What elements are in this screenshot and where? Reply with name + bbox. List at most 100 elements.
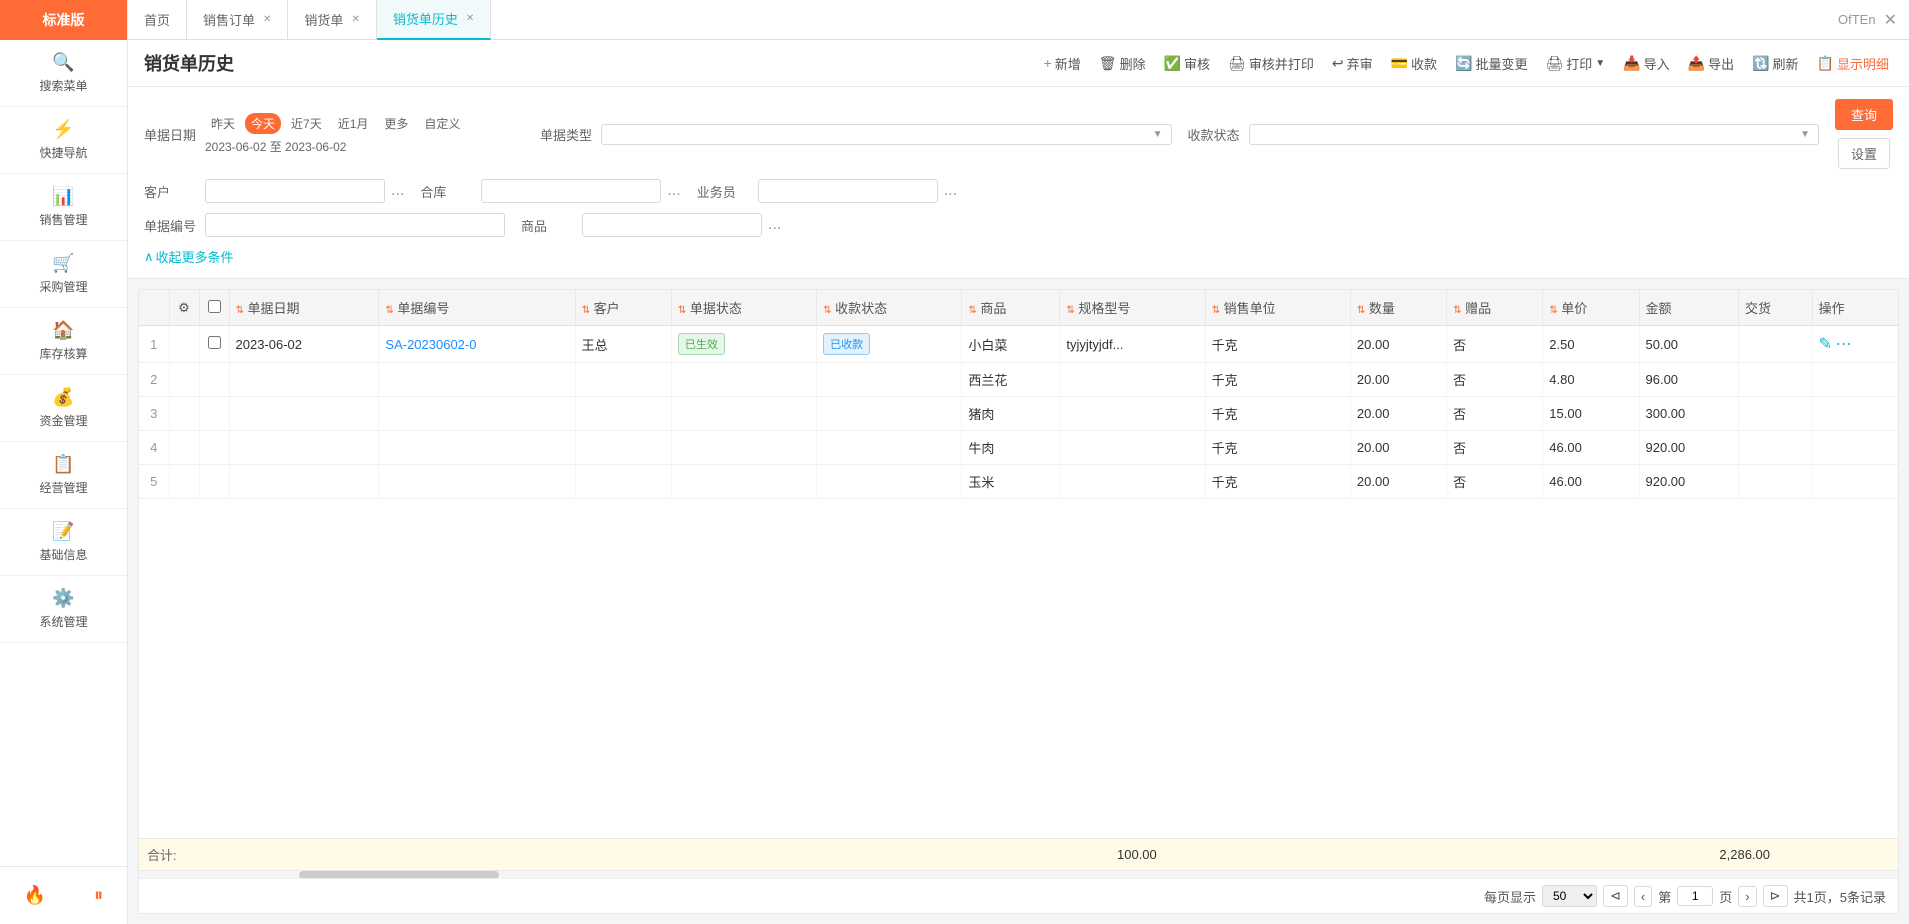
print-audit-button[interactable]: 🖨 审核并打印 [1224,52,1318,75]
date-btn-more[interactable]: 更多 [378,113,414,134]
date-btn-yesterday[interactable]: 昨天 [205,113,241,134]
row-trade [1739,363,1813,397]
show-detail-button[interactable]: 📋 显示明细 [1813,52,1893,75]
date-btn-7days[interactable]: 近7天 [285,113,328,134]
sidebar-bottom-icon1[interactable]: 🔥 [14,875,56,916]
th-goods[interactable]: ⇅ 商品 [962,290,1060,326]
last-page-button[interactable]: ⊳ [1763,885,1788,907]
payment-select[interactable]: ▼ [1249,124,1820,145]
export-button[interactable]: 📤 导出 [1684,52,1738,75]
collect-button[interactable]: 💳 收款 [1387,52,1441,75]
th-doc-date[interactable]: ⇅ 单据日期 [229,290,379,326]
scrollbar-area[interactable] [139,870,1898,878]
sidebar-item-finance-mgmt[interactable]: 💰 资金管理 [0,375,127,442]
tab-sales-history-close[interactable]: ✕ [466,13,474,24]
print-button[interactable]: 🖨 打印 ▼ [1541,52,1609,75]
tab-sales-goods[interactable]: 销货单 ✕ [288,0,376,40]
doc-type-select[interactable]: ▼ [601,124,1172,145]
topbar-close-btn[interactable]: ✕ [1884,10,1897,30]
date-btn-today[interactable]: 今天 [245,113,281,134]
row-checkbox[interactable] [199,431,229,465]
sort-icon-spec: ⇅ [1066,305,1074,316]
goods-filter-item: 商品 ... [521,213,781,237]
select-all-checkbox[interactable] [208,300,221,313]
per-page-select[interactable]: 50 100 200 [1542,885,1597,907]
sidebar-item-sys-mgmt[interactable]: ⚙️ 系统管理 [0,576,127,643]
staff-input[interactable] [758,179,938,203]
row-select-checkbox[interactable] [208,336,221,349]
set-button[interactable]: 设置 [1838,138,1890,169]
ops-icon: 📋 [52,454,74,475]
edit-op-btn[interactable]: ✎ [1819,336,1832,353]
sidebar-item-purchase-mgmt[interactable]: 🛒 采购管理 [0,241,127,308]
th-customer[interactable]: ⇅ 客户 [575,290,671,326]
table-header-row: ⚙ ⇅ 单据日期 ⇅ 单据编号 ⇅ 客户 ⇅ 单据状态 ⇅ 收款状态 ⇅ 商品 … [139,290,1898,326]
th-checkbox[interactable] [199,290,229,326]
quick-nav-icon: ⚡ [52,119,74,140]
warehouse-dots[interactable]: ... [667,183,680,199]
prev-page-button[interactable]: ‹ [1634,886,1652,907]
th-trade[interactable]: 交货 [1739,290,1813,326]
abandon-button[interactable]: ↩ 弃审 [1328,52,1377,75]
row-checkbox[interactable] [199,363,229,397]
more-op-btn[interactable]: ⋯ [1836,336,1852,353]
tab-home[interactable]: 首页 [128,0,187,40]
th-unit[interactable]: ⇅ 销售单位 [1205,290,1350,326]
staff-dots[interactable]: ... [944,183,957,199]
sidebar-item-quick-nav[interactable]: ⚡ 快捷导航 [0,107,127,174]
th-gift[interactable]: ⇅ 赠品 [1447,290,1543,326]
tab-sales-order-close[interactable]: ✕ [263,14,271,25]
sidebar-bottom-icon2[interactable]: ⏸ [84,875,113,916]
new-button[interactable]: + 新增 [1040,52,1085,75]
delete-button[interactable]: 🗑 删除 [1095,52,1150,75]
sidebar-item-stock-calc[interactable]: 🏠 库存核算 [0,308,127,375]
row-unit: 千克 [1205,431,1350,465]
batch-change-button[interactable]: 🔄 批量变更 [1451,52,1531,75]
query-button[interactable]: 查询 [1835,99,1893,130]
th-payment-status[interactable]: ⇅ 收款状态 [817,290,962,326]
customer-input[interactable] [205,179,385,203]
goods-input[interactable] [582,213,762,237]
th-amount[interactable]: 金额 [1639,290,1739,326]
next-page-button[interactable]: › [1738,886,1756,907]
row-doc-status [671,363,816,397]
row-checkbox[interactable] [199,326,229,363]
row-checkbox[interactable] [199,465,229,499]
refresh-button[interactable]: 🔃 刷新 [1748,52,1802,75]
import-button[interactable]: 📥 导入 [1619,52,1673,75]
goods-dots[interactable]: ... [768,217,781,233]
sidebar-item-basic-info[interactable]: 📝 基础信息 [0,509,127,576]
tab-sales-goods-close[interactable]: ✕ [351,14,359,25]
date-btn-1month[interactable]: 近1月 [332,113,375,134]
sidebar-item-label: 基础信息 [39,546,87,563]
collapse-button[interactable]: ∧ 收起更多条件 [144,247,1893,266]
warehouse-input[interactable] [481,179,661,203]
th-doc-no[interactable]: ⇅ 单据编号 [379,290,575,326]
audit-button[interactable]: ✅ 审核 [1160,52,1214,75]
row-settings [169,397,199,431]
tab-sales-history[interactable]: 销货单历史 ✕ [377,0,491,40]
th-doc-status[interactable]: ⇅ 单据状态 [671,290,816,326]
row-settings [169,363,199,397]
sidebar-item-ops-mgmt[interactable]: 📋 经营管理 [0,442,127,509]
row-spec [1060,363,1205,397]
row-amount: 96.00 [1639,363,1739,397]
sidebar-item-sales-mgmt[interactable]: 📊 销售管理 [0,174,127,241]
delete-icon: 🗑 [1099,55,1117,72]
tab-sales-order[interactable]: 销售订单 ✕ [187,0,288,40]
page-input[interactable] [1677,886,1713,906]
customer-dots[interactable]: ... [391,183,404,199]
doc-no-link[interactable]: SA-20230602-0 [385,337,476,352]
row-checkbox[interactable] [199,397,229,431]
finance-icon: 💰 [52,387,74,408]
row-doc-date [229,363,379,397]
th-settings[interactable]: ⚙ [169,290,199,326]
sidebar-item-search[interactable]: 🔍 搜索菜单 [0,40,127,107]
th-price[interactable]: ⇅ 单价 [1543,290,1639,326]
th-qty[interactable]: ⇅ 数量 [1350,290,1446,326]
th-spec[interactable]: ⇅ 规格型号 [1060,290,1205,326]
docno-input[interactable] [205,213,505,237]
first-page-button[interactable]: ⊲ [1603,885,1628,907]
refresh-label: 刷新 [1773,54,1799,73]
date-btn-custom[interactable]: 自定义 [418,113,466,134]
